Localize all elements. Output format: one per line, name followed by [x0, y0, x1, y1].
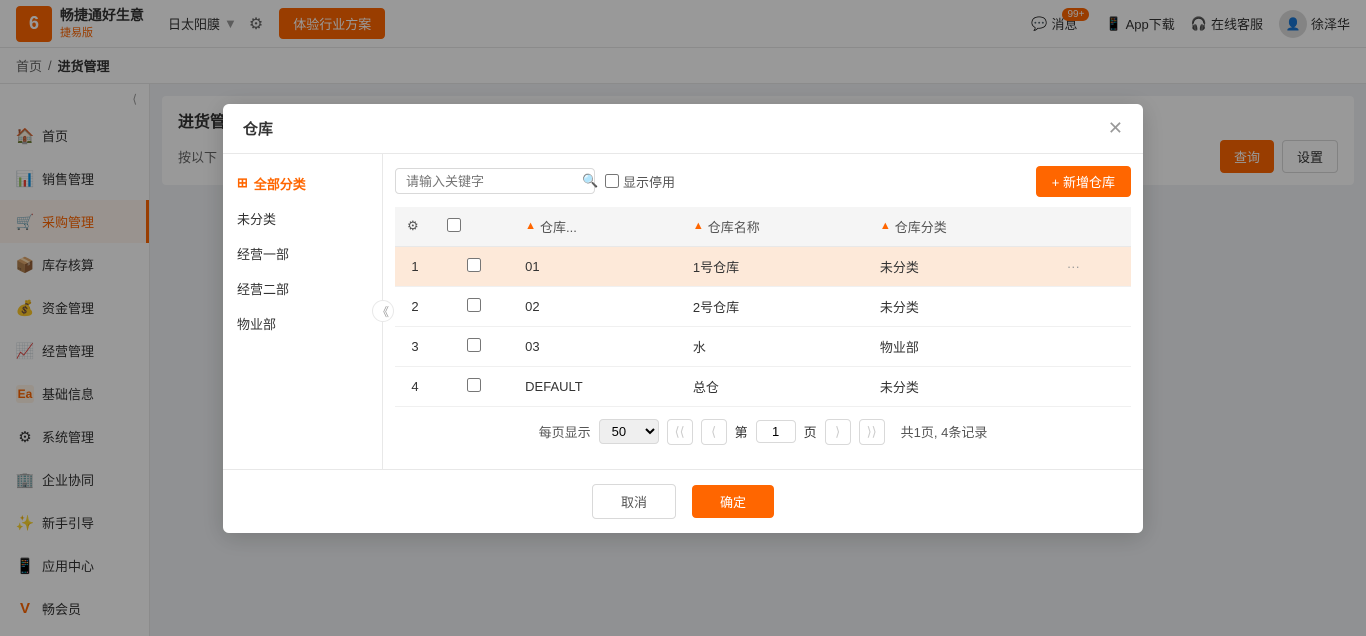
row-no: 1 — [395, 246, 435, 286]
table-row[interactable]: 2 02 2号仓库 未分类 — [395, 286, 1131, 326]
row-name: 水 — [681, 326, 868, 366]
row-name: 2号仓库 — [681, 286, 868, 326]
per-page-select[interactable]: 50 100 200 — [599, 419, 659, 444]
page-info-text: 共1页, 4条记录 — [901, 422, 988, 441]
row-no: 4 — [395, 366, 435, 406]
category-sidebar: 《 ⊞ 全部分类 未分类 经营一部 经营二部 物业部 — [223, 154, 383, 469]
row-actions[interactable] — [1055, 366, 1131, 406]
sort-up-icon-name: ▲ — [693, 220, 704, 232]
action-dots-icon[interactable]: ··· — [1067, 259, 1080, 274]
table-area: 🔍 显示停用 + 新增仓库 ⚙ — [383, 154, 1143, 469]
row-cb[interactable] — [435, 366, 513, 406]
row-code: 03 — [513, 326, 681, 366]
row-code: 02 — [513, 286, 681, 326]
modal-body: 《 ⊞ 全部分类 未分类 经营一部 经营二部 物业部 🔍 — [223, 154, 1143, 469]
row-category: 未分类 — [868, 286, 1055, 326]
modal-title: 仓库 — [243, 118, 273, 139]
row-code: DEFAULT — [513, 366, 681, 406]
page-label-text: 第 — [735, 422, 748, 441]
row-cb[interactable] — [435, 286, 513, 326]
modal-close-btn[interactable]: ✕ — [1108, 118, 1123, 139]
cancel-button[interactable]: 取消 — [592, 484, 676, 519]
category-all-item[interactable]: ⊞ 全部分类 — [223, 166, 382, 201]
category-item-ops2[interactable]: 经营二部 — [223, 271, 382, 306]
page-last-btn[interactable]: ⟩⟩ — [859, 419, 885, 445]
row-no: 2 — [395, 286, 435, 326]
row-no: 3 — [395, 326, 435, 366]
th-code[interactable]: ▲ 仓库... — [513, 207, 681, 247]
category-item-property[interactable]: 物业部 — [223, 306, 382, 341]
page-first-btn[interactable]: ⟨⟨ — [667, 419, 693, 445]
search-input[interactable] — [406, 174, 582, 189]
th-actions — [1055, 207, 1131, 247]
table-row[interactable]: 4 DEFAULT 总仓 未分类 — [395, 366, 1131, 406]
cat-collapse-btn[interactable]: 《 — [372, 300, 394, 322]
sort-up-icon-cat: ▲ — [880, 220, 891, 232]
show-disabled-label[interactable]: 显示停用 — [605, 172, 675, 191]
search-icon: 🔍 — [582, 173, 598, 189]
row-name: 总仓 — [681, 366, 868, 406]
table-header-row: ⚙ ▲ 仓库... ▲ — [395, 207, 1131, 247]
row-cb[interactable] — [435, 326, 513, 366]
warehouse-modal: 仓库 ✕ 《 ⊞ 全部分类 未分类 经营一部 经营二部 物业部 — [223, 104, 1143, 533]
row-category: 物业部 — [868, 326, 1055, 366]
th-checkbox — [435, 207, 513, 247]
row-cb[interactable] — [435, 246, 513, 286]
per-page-label: 每页显示 — [539, 422, 591, 441]
row-actions[interactable]: ··· — [1055, 246, 1131, 286]
row-actions[interactable] — [1055, 286, 1131, 326]
row-name: 1号仓库 — [681, 246, 868, 286]
page-next-btn[interactable]: ⟩ — [825, 419, 851, 445]
warehouse-table: ⚙ ▲ 仓库... ▲ — [395, 207, 1131, 407]
page-unit-text: 页 — [804, 422, 817, 441]
modal-footer: 取消 确定 — [223, 469, 1143, 533]
page-prev-btn[interactable]: ⟨ — [701, 419, 727, 445]
select-all-checkbox[interactable] — [447, 218, 461, 232]
row-code: 01 — [513, 246, 681, 286]
pagination: 每页显示 50 100 200 ⟨⟨ ⟨ 第 页 ⟩ ⟩⟩ 共1页, 4条记录 — [395, 407, 1131, 457]
modal-overlay: 仓库 ✕ 《 ⊞ 全部分类 未分类 经营一部 经营二部 物业部 — [0, 0, 1366, 636]
table-row[interactable]: 1 01 1号仓库 未分类 ··· — [395, 246, 1131, 286]
row-actions[interactable] — [1055, 326, 1131, 366]
row-category: 未分类 — [868, 246, 1055, 286]
page-input[interactable] — [756, 420, 796, 443]
confirm-button[interactable]: 确定 — [692, 485, 774, 518]
modal-header: 仓库 ✕ — [223, 104, 1143, 154]
table-row[interactable]: 3 03 水 物业部 — [395, 326, 1131, 366]
row-category: 未分类 — [868, 366, 1055, 406]
sort-up-icon: ▲ — [525, 220, 536, 232]
grid-icon: ⊞ — [237, 175, 248, 191]
th-category[interactable]: ▲ 仓库分类 — [868, 207, 1055, 247]
th-gear: ⚙ — [395, 207, 435, 247]
category-item-unclassified[interactable]: 未分类 — [223, 201, 382, 236]
search-box: 🔍 — [395, 168, 595, 194]
th-name[interactable]: ▲ 仓库名称 — [681, 207, 868, 247]
category-item-ops1[interactable]: 经营一部 — [223, 236, 382, 271]
new-warehouse-btn[interactable]: + 新增仓库 — [1036, 166, 1131, 197]
table-toolbar: 🔍 显示停用 + 新增仓库 — [395, 166, 1131, 197]
show-disabled-checkbox[interactable] — [605, 174, 619, 188]
